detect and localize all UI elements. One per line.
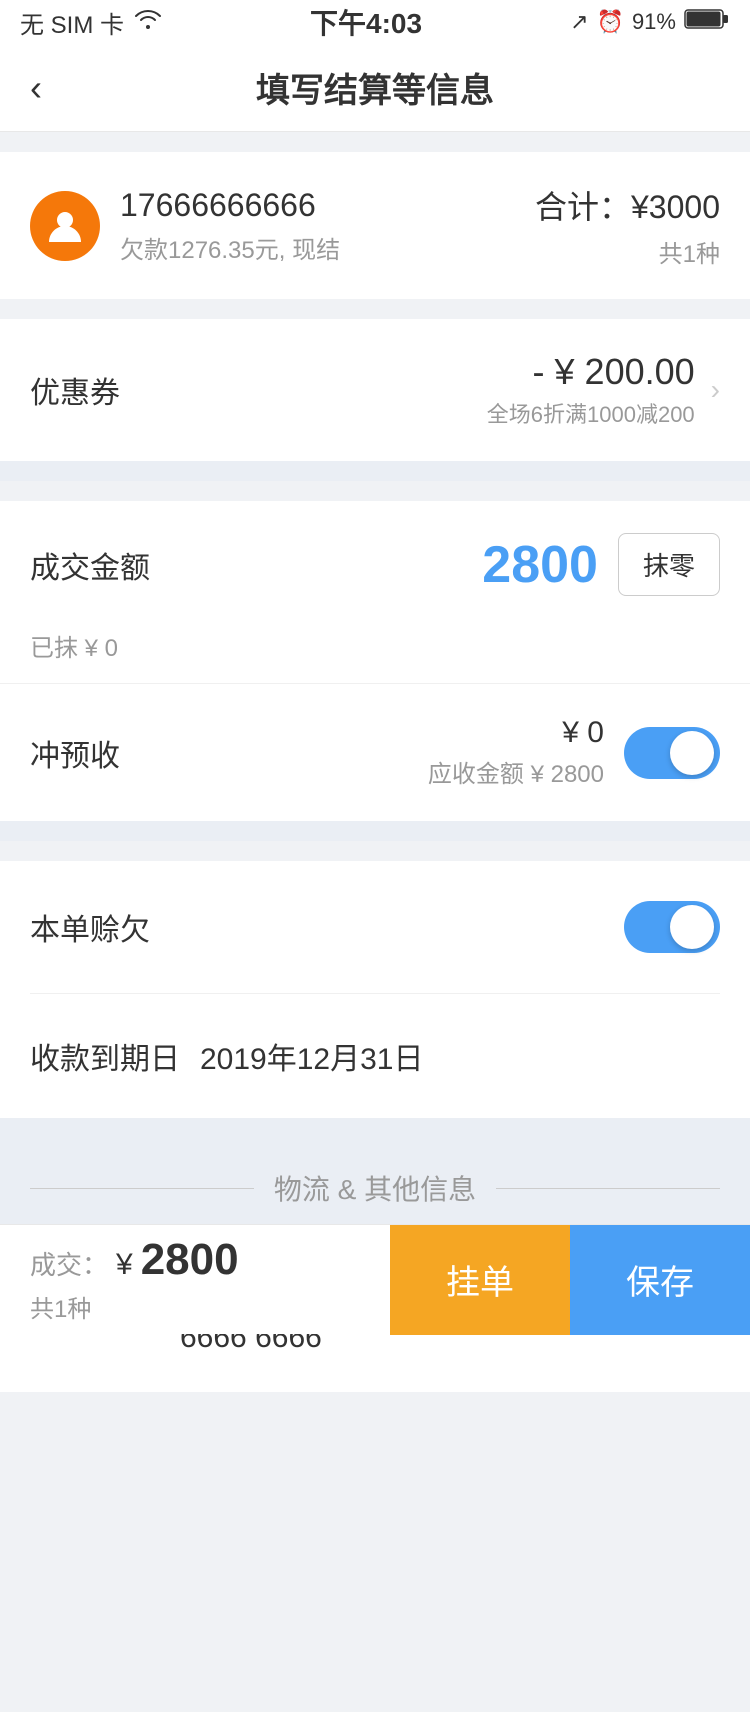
debt-row: 本单赊欠: [0, 861, 750, 993]
customer-left: 17666666666 欠款1276.35元, 现结: [30, 187, 340, 265]
discount-amount: - ¥ 200.00: [487, 351, 695, 393]
deal-right: 2800 抹零: [482, 533, 720, 596]
deal-amount: 2800: [482, 535, 598, 595]
avatar: [30, 191, 100, 261]
hang-button[interactable]: 挂单: [390, 1225, 570, 1335]
discount-section: 优惠券 - ¥ 200.00 全场6折满1000减200 ›: [0, 319, 750, 461]
date-value: 2019年12月31日: [200, 1034, 423, 1078]
footer-amount: 2800: [141, 1235, 239, 1285]
bottom-spacer: [0, 1392, 750, 1592]
bottom-footer: 成交： ¥ 2800 共1种 挂单 保存: [0, 1224, 750, 1334]
customer-info: 17666666666 欠款1276.35元, 现结: [120, 187, 340, 265]
status-right: ↗ ⏰ 91%: [570, 8, 730, 36]
discount-row[interactable]: 优惠券 - ¥ 200.00 全场6折满1000减200 ›: [0, 319, 750, 461]
logistics-label: 物流 & 其他信息: [274, 1168, 476, 1208]
toggle-knob: [670, 731, 714, 775]
deal-label: 成交金额: [30, 543, 150, 587]
round-zero-button[interactable]: 抹零: [618, 533, 720, 596]
prepay-amount: ¥ 0: [428, 716, 604, 750]
logistics-line-left: [30, 1188, 254, 1189]
divider-3: [0, 1118, 750, 1138]
total-amount: 合计：¥3000: [535, 182, 720, 228]
battery-label: 91%: [632, 9, 676, 35]
customer-phone: 17666666666: [120, 187, 340, 224]
discount-sub: 全场6折满1000减200: [487, 397, 695, 429]
footer-info: 成交： ¥ 2800 共1种: [0, 1235, 390, 1324]
wifi-icon: [134, 8, 162, 36]
debt-toggle[interactable]: [624, 901, 720, 953]
footer-count: 共1种: [30, 1289, 360, 1324]
footer-deal-label: 成交：: [30, 1245, 108, 1282]
footer-deal-row: 成交： ¥ 2800: [30, 1235, 360, 1285]
carrier-label: 无 SIM 卡: [20, 5, 124, 40]
customer-sub: 欠款1276.35元, 现结: [120, 230, 340, 265]
debt-label: 本单赊欠: [30, 905, 150, 949]
prepay-label: 冲预收: [30, 731, 120, 775]
deal-section: 成交金额 2800 抹零 已抹 ¥ 0 冲预收 ¥ 0 应收金额 ¥ 2800: [0, 501, 750, 821]
prepay-amount-block: ¥ 0 应收金额 ¥ 2800: [428, 716, 604, 789]
debt-toggle-knob: [670, 905, 714, 949]
logistics-header: 物流 & 其他信息: [0, 1138, 750, 1238]
date-row: 收款到期日 2019年12月31日: [0, 994, 750, 1118]
discount-right: - ¥ 200.00 全场6折满1000减200 ›: [487, 351, 720, 429]
main-content: 17666666666 欠款1276.35元, 现结 合计：¥3000 共1种 …: [0, 152, 750, 1712]
customer-total: 合计：¥3000 共1种: [535, 182, 720, 269]
nav-bar: ‹ 填写结算等信息: [0, 44, 750, 132]
prepay-toggle[interactable]: [624, 727, 720, 779]
divider-1: [0, 461, 750, 481]
prepay-row: 冲预收 ¥ 0 应收金额 ¥ 2800: [0, 684, 750, 821]
page-title: 填写结算等信息: [256, 63, 494, 112]
deal-row: 成交金额 2800 抹零: [0, 501, 750, 628]
divider-2: [0, 821, 750, 841]
date-label: 收款到期日: [30, 1034, 180, 1078]
debt-section: 本单赊欠 收款到期日 2019年12月31日: [0, 861, 750, 1118]
chevron-right-icon: ›: [711, 374, 720, 406]
prepay-sub: 应收金额 ¥ 2800: [428, 754, 604, 789]
alarm-icon: ⏰: [597, 9, 624, 35]
footer-yen-sign: ¥: [116, 1248, 133, 1282]
deal-sub: 已抹 ¥ 0: [0, 628, 750, 683]
customer-card: 17666666666 欠款1276.35元, 现结 合计：¥3000 共1种: [0, 152, 750, 299]
status-time: 下午4:03: [310, 2, 422, 42]
save-button[interactable]: 保存: [570, 1225, 750, 1335]
status-left: 无 SIM 卡: [20, 5, 162, 40]
battery-icon: [684, 8, 730, 36]
prepay-right: ¥ 0 应收金额 ¥ 2800: [428, 716, 720, 789]
total-count: 共1种: [535, 234, 720, 269]
discount-label: 优惠券: [30, 368, 120, 412]
status-bar: 无 SIM 卡 下午4:03 ↗ ⏰ 91%: [0, 0, 750, 44]
location-icon: ↗: [570, 9, 588, 35]
logistics-line-right: [496, 1188, 720, 1189]
back-button[interactable]: ‹: [30, 70, 42, 106]
